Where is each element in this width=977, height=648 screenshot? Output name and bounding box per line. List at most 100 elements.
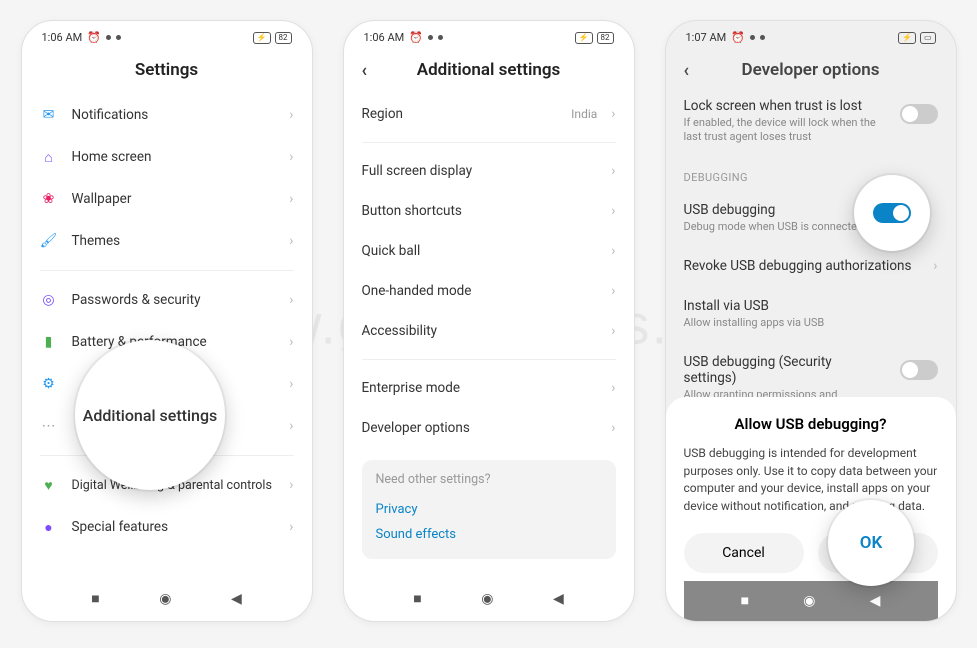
settings-item-home-screen[interactable]: ⌂ Home screen › bbox=[40, 136, 294, 178]
status-dot-icon bbox=[760, 35, 765, 40]
divider bbox=[362, 142, 616, 143]
toggle-switch[interactable] bbox=[900, 104, 938, 124]
highlight-additional-settings: Additional settings bbox=[75, 340, 225, 490]
settings-item-special-features[interactable]: ● Special features › bbox=[40, 506, 294, 548]
page-header: ‹ Developer options bbox=[666, 50, 956, 94]
toggle-switch-on-icon bbox=[873, 203, 911, 223]
nav-home-icon[interactable]: ◉ bbox=[159, 591, 171, 607]
status-bar: 1:07 AM ⏰ ⚡ ▭ bbox=[666, 21, 956, 50]
dialog-title: Allow USB debugging? bbox=[684, 415, 938, 433]
chevron-right-icon: › bbox=[289, 334, 293, 350]
nav-back-icon[interactable]: ◀ bbox=[231, 591, 242, 607]
settings-item-passwords[interactable]: ◎ Passwords & security › bbox=[40, 279, 294, 321]
nav-recent-icon[interactable]: ■ bbox=[91, 590, 99, 607]
settings-item-accessibility[interactable]: Accessibility › bbox=[362, 311, 616, 351]
chevron-right-icon: › bbox=[611, 420, 615, 436]
status-bar: 1:06 AM ⏰ ⚡ 82 bbox=[22, 21, 312, 50]
divider bbox=[362, 359, 616, 360]
page-header: Settings bbox=[22, 50, 312, 94]
chevron-right-icon: › bbox=[289, 191, 293, 207]
chevron-right-icon: › bbox=[289, 149, 293, 165]
settings-item-button-shortcuts[interactable]: Button shortcuts › bbox=[362, 191, 616, 231]
chevron-right-icon: › bbox=[289, 107, 293, 123]
cancel-button[interactable]: Cancel bbox=[684, 533, 804, 573]
highlight-usb-toggle bbox=[854, 175, 930, 251]
status-time: 1:06 AM bbox=[42, 31, 83, 44]
special-icon: ● bbox=[40, 518, 58, 536]
divider bbox=[40, 270, 294, 271]
phone-settings: 1:06 AM ⏰ ⚡ 82 Settings ✉ Notifications … bbox=[21, 20, 313, 622]
settings-item-label: Enterprise mode bbox=[362, 380, 598, 396]
battery-icon: ⚡ bbox=[253, 32, 271, 44]
settings-item-enterprise[interactable]: Enterprise mode › bbox=[362, 368, 616, 408]
chevron-right-icon: › bbox=[611, 380, 615, 396]
battery-icon: ⚡ bbox=[575, 32, 593, 44]
nav-home-icon[interactable]: ◉ bbox=[803, 593, 815, 609]
battery-icon: 82 bbox=[597, 32, 614, 44]
chevron-right-icon: › bbox=[289, 418, 293, 434]
security-icon: ◎ bbox=[40, 291, 58, 309]
settings-item-wallpaper[interactable]: ❀ Wallpaper › bbox=[40, 178, 294, 220]
settings-item-label: Special features bbox=[72, 519, 276, 535]
status-bar: 1:06 AM ⏰ ⚡ 82 bbox=[344, 21, 634, 50]
nav-back-icon[interactable]: ◀ bbox=[553, 591, 564, 607]
settings-item-fullscreen[interactable]: Full screen display › bbox=[362, 151, 616, 191]
battery-perf-icon: ▮ bbox=[40, 333, 58, 351]
wallpaper-icon: ❀ bbox=[40, 190, 58, 208]
page-title: Settings bbox=[135, 60, 198, 80]
chevron-right-icon: › bbox=[611, 203, 615, 219]
nav-back-icon[interactable]: ◀ bbox=[870, 593, 881, 609]
settings-item-label: Themes bbox=[72, 233, 276, 249]
page-header: ‹ Additional settings bbox=[344, 50, 634, 94]
settings-item-one-handed[interactable]: One-handed mode › bbox=[362, 271, 616, 311]
link-sound-effects[interactable]: Sound effects bbox=[376, 522, 602, 547]
notifications-icon: ✉ bbox=[40, 106, 58, 124]
settings-item-value: India bbox=[571, 107, 597, 121]
page-title: Additional settings bbox=[417, 60, 561, 80]
highlight-label: Additional settings bbox=[83, 406, 218, 425]
alarm-icon: ⏰ bbox=[731, 31, 745, 44]
battery-icon: 82 bbox=[275, 32, 292, 44]
settings-item-label: Lock screen when trust is lost bbox=[684, 98, 886, 114]
gear-icon: ⚙ bbox=[40, 375, 58, 393]
settings-item-themes[interactable]: 🖌 Themes › bbox=[40, 220, 294, 262]
settings-item-quick-ball[interactable]: Quick ball › bbox=[362, 231, 616, 271]
page-title: Developer options bbox=[742, 60, 880, 80]
settings-item-lock-on-trust-lost[interactable]: Lock screen when trust is lost If enable… bbox=[684, 94, 938, 157]
nav-bar: ■ ◉ ◀ bbox=[684, 581, 938, 621]
chevron-right-icon: › bbox=[611, 243, 615, 259]
related-settings-box: Need other settings? Privacy Sound effec… bbox=[362, 460, 616, 559]
nav-home-icon[interactable]: ◉ bbox=[481, 591, 493, 607]
settings-item-sub: Allow installing apps via USB bbox=[684, 316, 938, 330]
settings-item-revoke-auth[interactable]: Revoke USB debugging authorizations › bbox=[684, 246, 938, 286]
settings-item-label: Full screen display bbox=[362, 163, 598, 179]
settings-item-label: Region bbox=[362, 106, 558, 122]
link-privacy[interactable]: Privacy bbox=[376, 497, 602, 522]
settings-item-sub: If enabled, the device will lock when th… bbox=[684, 116, 886, 145]
alarm-icon: ⏰ bbox=[87, 31, 101, 44]
chevron-right-icon: › bbox=[289, 519, 293, 535]
themes-icon: 🖌 bbox=[40, 232, 58, 250]
settings-item-notifications[interactable]: ✉ Notifications › bbox=[40, 94, 294, 136]
settings-item-label: Home screen bbox=[72, 149, 276, 165]
usb-debugging-dialog: Allow USB debugging? USB debugging is in… bbox=[666, 397, 956, 621]
settings-item-label: One-handed mode bbox=[362, 283, 598, 299]
nav-recent-icon[interactable]: ■ bbox=[741, 592, 749, 609]
nav-bar: ■ ◉ ◀ bbox=[22, 580, 312, 621]
nav-recent-icon[interactable]: ■ bbox=[413, 590, 421, 607]
status-dot-icon bbox=[438, 35, 443, 40]
status-time: 1:07 AM bbox=[686, 31, 727, 44]
back-button[interactable]: ‹ bbox=[362, 60, 368, 81]
battery-icon: ▭ bbox=[920, 32, 936, 44]
chevron-right-icon: › bbox=[611, 283, 615, 299]
highlight-ok-button: OK bbox=[828, 500, 914, 586]
chevron-right-icon: › bbox=[289, 376, 293, 392]
settings-item-developer-options[interactable]: Developer options › bbox=[362, 408, 616, 448]
toggle-switch[interactable] bbox=[900, 360, 938, 380]
back-button[interactable]: ‹ bbox=[684, 60, 690, 81]
settings-item-label: USB debugging (Security settings) bbox=[684, 354, 886, 386]
settings-item-label: Button shortcuts bbox=[362, 203, 598, 219]
settings-item-label: Wallpaper bbox=[72, 191, 276, 207]
settings-item-region[interactable]: Region India › bbox=[362, 94, 616, 134]
settings-item-install-via-usb[interactable]: Install via USB Allow installing apps vi… bbox=[684, 286, 938, 342]
